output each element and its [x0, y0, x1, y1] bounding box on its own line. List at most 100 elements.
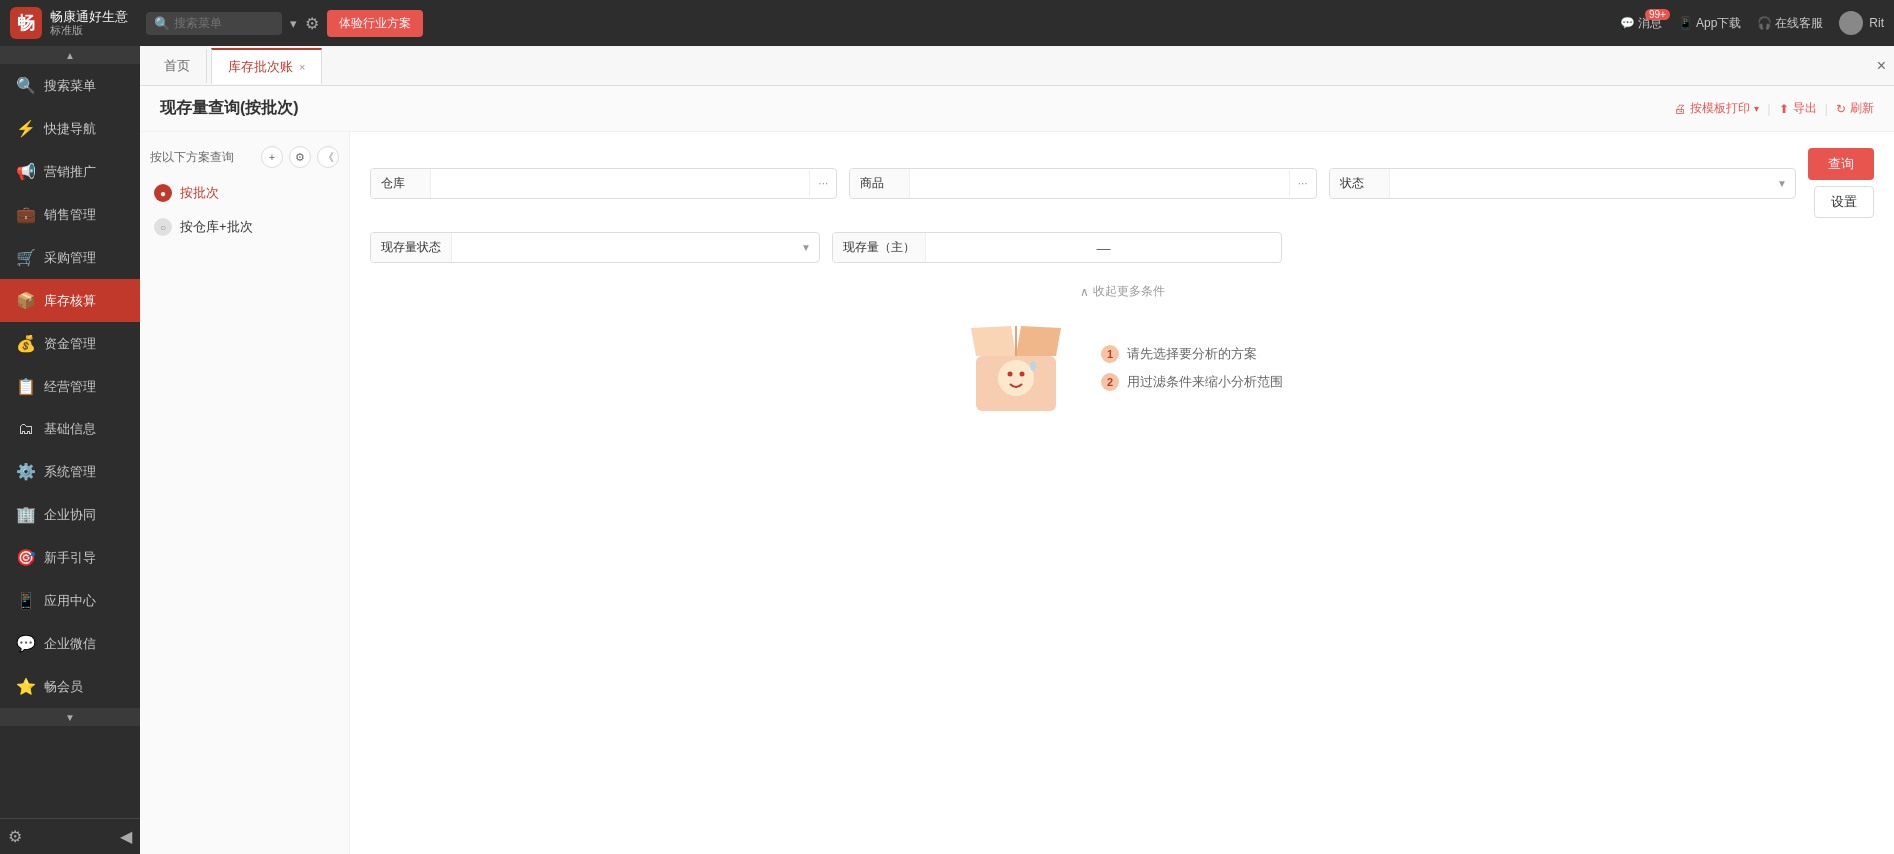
sidebar-item-vip[interactable]: ⭐ 畅会员 — [0, 665, 140, 708]
message-action[interactable]: 💬 消息 99+ — [1620, 15, 1662, 32]
filter-row-1: 仓库 ··· 商品 ··· 状态 ▼ — [370, 148, 1874, 218]
sidebar-collapse-btn[interactable]: ◀ — [120, 827, 132, 846]
sidebar-item-newuser[interactable]: 🎯 新手引导 — [0, 536, 140, 579]
chat-icon: 💬 — [16, 634, 36, 653]
refresh-icon: ↻ — [1836, 102, 1846, 116]
sidebar-scroll-down[interactable]: ▼ — [0, 708, 140, 726]
settings-icon[interactable]: ⚙ — [305, 14, 319, 33]
vip-icon: ⭐ — [16, 677, 36, 696]
app-subtitle: 标准版 — [50, 24, 128, 37]
megaphone-icon: 📢 — [16, 162, 36, 181]
lightning-icon: ⚡ — [16, 119, 36, 138]
tab-home[interactable]: 首页 — [148, 49, 207, 83]
sidebar-item-search-menu[interactable]: 🔍 搜索菜单 — [0, 64, 140, 107]
status-value — [1390, 177, 1769, 189]
online-service-action[interactable]: 🎧 在线客服 — [1757, 15, 1823, 32]
sidebar: ▲ 🔍 搜索菜单 ⚡ 快捷导航 📢 营销推广 💼 销售管理 🛒 采购管理 📦 库… — [0, 46, 140, 854]
gear-icon: ⚙️ — [16, 462, 36, 481]
empty-tips: 1 请先选择要分析的方案 2 用过滤条件来缩小分析范围 — [1101, 345, 1283, 391]
print-dropdown-icon[interactable]: ▾ — [1754, 103, 1759, 114]
menu-search-input[interactable] — [174, 16, 274, 30]
briefcase-icon: 💼 — [16, 205, 36, 224]
query-layout: 按以下方案查询 + ⚙ 《 ● 按批次 ○ 按仓库+批次 — [140, 132, 1894, 854]
svg-point-7 — [1030, 361, 1036, 371]
clipboard-icon: 📋 — [16, 377, 36, 396]
sidebar-item-inventory[interactable]: 📦 库存核算 — [0, 279, 140, 322]
product-more-btn[interactable]: ··· — [1289, 170, 1316, 196]
sidebar-item-quick-nav[interactable]: ⚡ 快捷导航 — [0, 107, 140, 150]
status-dropdown-icon[interactable]: ▼ — [1769, 172, 1795, 195]
message-icon: 💬 — [1620, 16, 1635, 30]
status-label: 状态 — [1330, 169, 1390, 198]
collapse-more-btn[interactable]: ∧ 收起更多条件 — [370, 277, 1874, 306]
empty-svg — [961, 306, 1071, 426]
schema-item-by-batch[interactable]: ● 按批次 — [140, 176, 349, 210]
status-filter[interactable]: 状态 ▼ — [1329, 168, 1796, 199]
collapse-more-icon: ∧ — [1080, 285, 1089, 299]
filter-right-actions: 查询 设置 — [1808, 148, 1874, 218]
printer-icon: 🖨 — [1674, 102, 1686, 116]
page-content: 现存量查询(按批次) 🖨 按模板打印 ▾ | ⬆ 导出 | ↻ — [140, 86, 1894, 854]
sidebar-item-operation[interactable]: 📋 经营管理 — [0, 365, 140, 408]
building-icon: 🏢 — [16, 505, 36, 524]
sidebar-item-app-center[interactable]: 📱 应用中心 — [0, 579, 140, 622]
main-layout: ▲ 🔍 搜索菜单 ⚡ 快捷导航 📢 营销推广 💼 销售管理 🛒 采购管理 📦 库… — [0, 46, 1894, 854]
add-schema-btn[interactable]: + — [261, 146, 283, 168]
empty-tip-1: 1 请先选择要分析的方案 — [1101, 345, 1283, 363]
sidebar-item-enterprise[interactable]: 🏢 企业协同 — [0, 493, 140, 536]
warehouse-input[interactable] — [431, 170, 809, 196]
page-title: 现存量查询(按批次) — [160, 98, 299, 119]
svg-point-4 — [998, 360, 1034, 396]
schema-item-by-warehouse-batch[interactable]: ○ 按仓库+批次 — [140, 210, 349, 244]
print-btn[interactable]: 🖨 按模板打印 ▾ — [1674, 100, 1759, 117]
product-label: 商品 — [850, 169, 910, 198]
tab-inventory-batch[interactable]: 库存批次账 × — [211, 48, 322, 84]
svg-marker-1 — [971, 326, 1016, 356]
search-icon: 🔍 — [154, 16, 170, 31]
sidebar-item-corp-wechat[interactable]: 💬 企业微信 — [0, 622, 140, 665]
stock-status-label: 现存量状态 — [371, 233, 452, 262]
stock-status-dropdown-icon[interactable]: ▼ — [793, 236, 819, 259]
experience-btn[interactable]: 体验行业方案 — [327, 10, 423, 37]
content-area: 首页 库存批次账 × × 现存量查询(按批次) 🖨 按模板打印 ▾ | — [140, 46, 1894, 854]
sidebar-item-finance[interactable]: 💰 资金管理 — [0, 322, 140, 365]
product-input[interactable] — [910, 170, 1288, 196]
warehouse-more-btn[interactable]: ··· — [809, 170, 836, 196]
sidebar-settings-btn[interactable]: ⚙ — [8, 827, 22, 846]
tab-panel-close-btn[interactable]: × — [1877, 57, 1886, 75]
refresh-btn[interactable]: ↻ 刷新 — [1836, 100, 1874, 117]
sidebar-item-sales[interactable]: 💼 销售管理 — [0, 193, 140, 236]
dropdown-icon[interactable]: ▾ — [290, 16, 297, 31]
sidebar-item-system[interactable]: ⚙️ 系统管理 — [0, 450, 140, 493]
warehouse-filter: 仓库 ··· — [370, 168, 837, 199]
menu-search-area[interactable]: 🔍 — [146, 12, 282, 35]
query-btn[interactable]: 查询 — [1808, 148, 1874, 180]
avatar — [1839, 11, 1863, 35]
app-download-action[interactable]: 📱 App下载 — [1678, 15, 1741, 32]
setting-btn[interactable]: 设置 — [1814, 186, 1874, 218]
top-bar-actions: 💬 消息 99+ 📱 App下载 🎧 在线客服 Rit — [1620, 11, 1884, 35]
mobile-icon: 📱 — [16, 591, 36, 610]
sidebar-scroll-up[interactable]: ▲ — [0, 46, 140, 64]
tab-bar: 首页 库存批次账 × × — [140, 46, 1894, 86]
folder-icon: 🗂 — [16, 420, 36, 438]
schema-settings-btn[interactable]: ⚙ — [289, 146, 311, 168]
empty-illustration — [961, 306, 1071, 429]
sidebar-item-marketing[interactable]: 📢 营销推广 — [0, 150, 140, 193]
target-icon: 🎯 — [16, 548, 36, 567]
page-header-actions: 🖨 按模板打印 ▾ | ⬆ 导出 | ↻ 刷新 — [1674, 100, 1874, 117]
svg-point-6 — [1020, 372, 1025, 377]
tab-close-btn[interactable]: × — [299, 61, 305, 73]
svg-marker-2 — [1016, 326, 1061, 356]
sidebar-item-purchase[interactable]: 🛒 采购管理 — [0, 236, 140, 279]
phone-icon: 📱 — [1678, 16, 1693, 30]
money-icon: 💰 — [16, 334, 36, 353]
export-btn[interactable]: ⬆ 导出 — [1779, 100, 1817, 117]
product-filter: 商品 ··· — [849, 168, 1316, 199]
user-avatar-action[interactable]: Rit — [1839, 11, 1884, 35]
sidebar-item-basic[interactable]: 🗂 基础信息 — [0, 408, 140, 450]
export-icon: ⬆ — [1779, 102, 1789, 116]
empty-tip-2: 2 用过滤条件来缩小分析范围 — [1101, 373, 1283, 391]
stock-status-filter[interactable]: 现存量状态 ▼ — [370, 232, 820, 263]
collapse-left-btn[interactable]: 《 — [317, 146, 339, 168]
